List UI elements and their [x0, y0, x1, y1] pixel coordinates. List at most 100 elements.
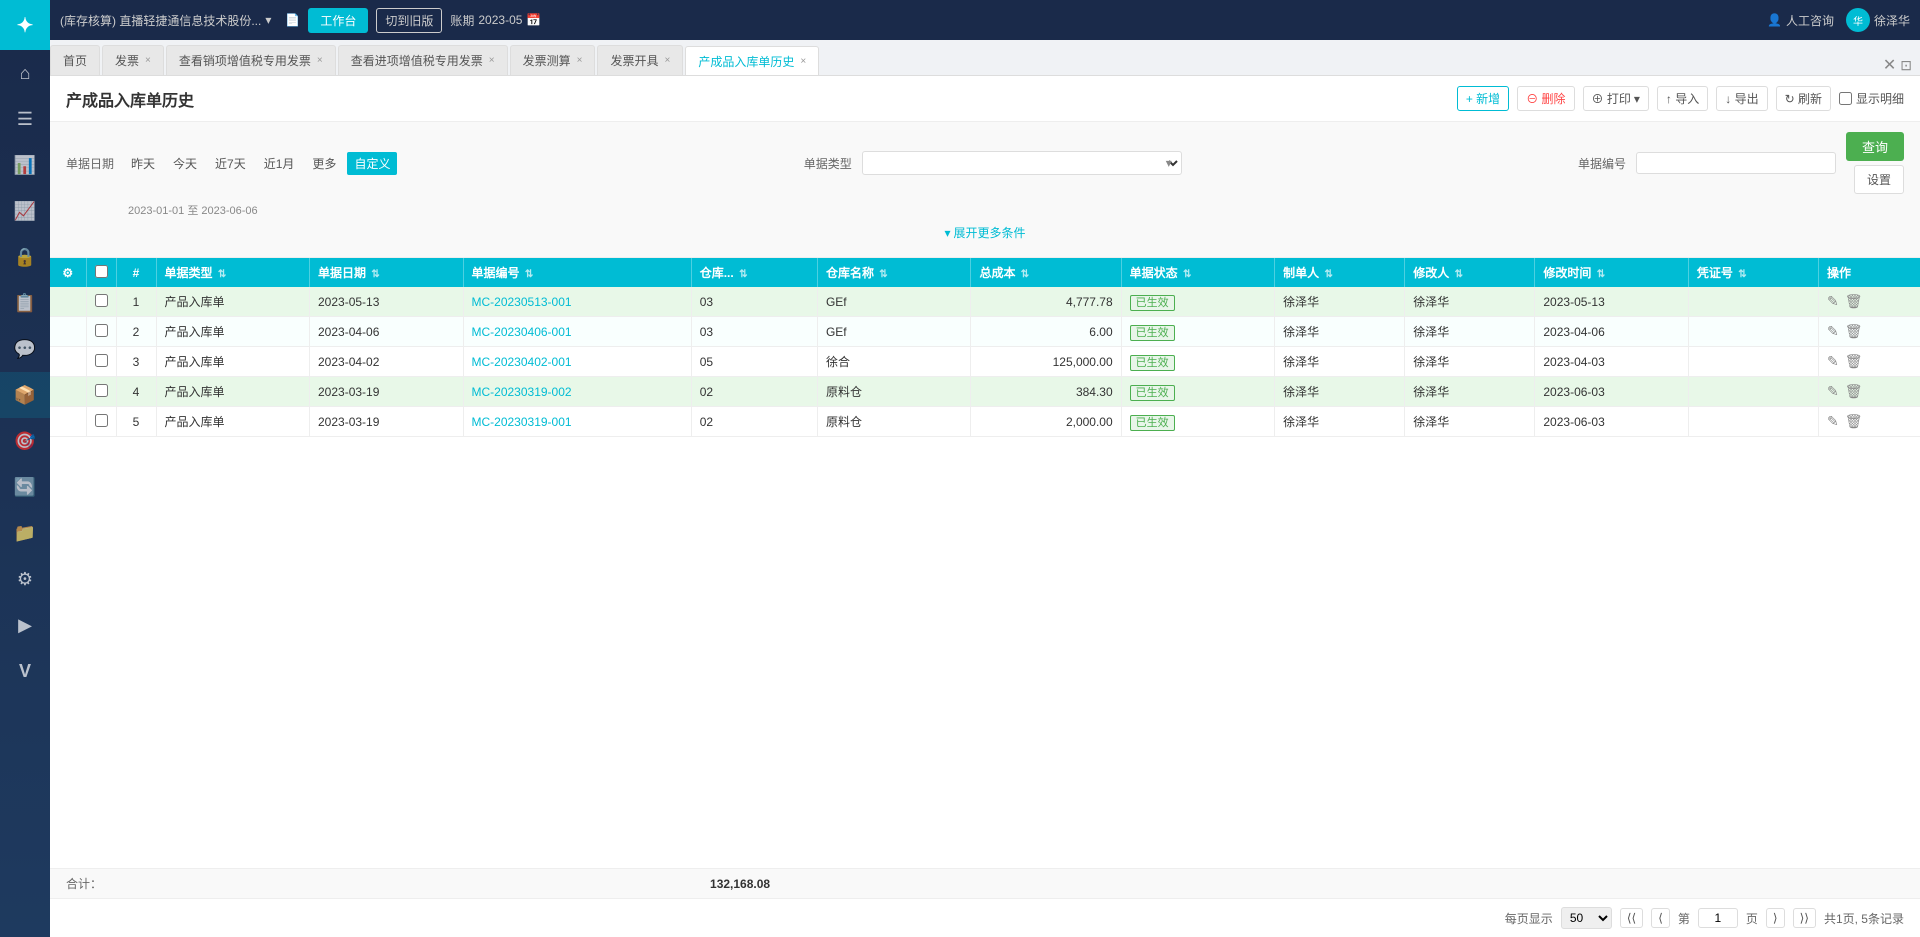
row-delete-icon-4[interactable]: 🗑 [1845, 413, 1863, 430]
col-creator[interactable]: 制单人 ⇅ [1275, 258, 1405, 287]
row-edit-icon-4[interactable]: ✎ [1827, 413, 1839, 430]
col-modify-time[interactable]: 修改时间 ⇅ [1535, 258, 1689, 287]
sidebar-item-target[interactable]: 🎯 [0, 418, 50, 464]
sidebar-item-folder[interactable]: 📁 [0, 510, 50, 556]
row-voucher-no-link-1[interactable]: MC-20230406-001 [472, 325, 572, 339]
sidebar-item-v[interactable]: V [0, 648, 50, 694]
row-voucher-no-link-3[interactable]: MC-20230319-002 [472, 385, 572, 399]
sidebar-item-chart[interactable]: 📊 [0, 142, 50, 188]
tab-product-history[interactable]: 产成品入库单历史 × [685, 46, 819, 76]
row-edit-icon-3[interactable]: ✎ [1827, 383, 1839, 400]
voucher-no-input[interactable] [1636, 152, 1836, 174]
row-voucher-no-4[interactable]: MC-20230319-001 [463, 407, 691, 437]
row-checkbox-0[interactable] [86, 287, 116, 317]
tab-product-history-close[interactable]: × [800, 56, 806, 67]
col-total-cost[interactable]: 总成本 ⇅ [971, 258, 1121, 287]
col-status[interactable]: 单据状态 ⇅ [1121, 258, 1275, 287]
row-select-1[interactable] [95, 324, 108, 337]
sidebar-item-config[interactable]: ⚙ [0, 556, 50, 602]
sidebar-item-list[interactable]: 📋 [0, 280, 50, 326]
date-btn-custom[interactable]: 自定义 [347, 152, 397, 175]
export-button[interactable]: ↓ 导出 [1716, 86, 1767, 111]
row-voucher-no-3[interactable]: MC-20230319-002 [463, 377, 691, 407]
sidebar-item-play[interactable]: ▶ [0, 602, 50, 648]
row-edit-icon-1[interactable]: ✎ [1827, 323, 1839, 340]
tab-invoice-close[interactable]: × [145, 55, 151, 66]
sidebar-item-sync[interactable]: 🔄 [0, 464, 50, 510]
row-select-4[interactable] [95, 414, 108, 427]
col-voucher-ref[interactable]: 凭证号 ⇅ [1688, 258, 1818, 287]
workbench-button[interactable]: 工作台 [308, 8, 368, 33]
date-btn-7days[interactable]: 近7天 [208, 152, 253, 175]
row-delete-icon-0[interactable]: 🗑 [1845, 293, 1863, 310]
prev-page-button[interactable]: ⟨ [1651, 908, 1670, 928]
date-btn-today[interactable]: 今天 [166, 152, 204, 175]
display-detail-checkbox[interactable] [1839, 92, 1852, 105]
col-voucher-type[interactable]: 单据类型 ⇅ [156, 258, 310, 287]
tab-invoice-calc-close[interactable]: × [577, 55, 583, 66]
display-detail-label[interactable]: 显示明细 [1839, 90, 1904, 107]
tab-invoice-open-close[interactable]: × [664, 55, 670, 66]
table-container[interactable]: ⚙ # 单据类型 ⇅ 单据日期 ⇅ [50, 258, 1920, 868]
row-delete-icon-3[interactable]: 🗑 [1845, 383, 1863, 400]
tab-purchase-vat-close[interactable]: × [489, 55, 495, 66]
sidebar-item-warehouse[interactable]: 📦 [0, 372, 50, 418]
select-all-checkbox[interactable] [95, 265, 108, 278]
row-select-0[interactable] [95, 294, 108, 307]
delete-button[interactable]: ⊖ 删除 [1517, 86, 1574, 111]
date-btn-more[interactable]: 更多 [305, 152, 343, 175]
sidebar-item-menu[interactable]: ☰ [0, 96, 50, 142]
page-number-input[interactable] [1698, 908, 1738, 928]
col-checkbox-header[interactable] [86, 258, 116, 287]
user-menu[interactable]: 华 徐泽华 [1846, 8, 1910, 32]
row-checkbox-3[interactable] [86, 377, 116, 407]
row-voucher-no-2[interactable]: MC-20230402-001 [463, 347, 691, 377]
row-select-2[interactable] [95, 354, 108, 367]
row-delete-icon-2[interactable]: 🗑 [1845, 353, 1863, 370]
row-select-3[interactable] [95, 384, 108, 397]
company-selector[interactable]: (库存核算) 直播轻捷通信息技术股份... ▾ [60, 12, 275, 29]
service-link[interactable]: 👤 人工咨询 [1767, 12, 1834, 29]
col-warehouse-name[interactable]: 仓库名称 ⇅ [817, 258, 971, 287]
row-checkbox-4[interactable] [86, 407, 116, 437]
page-size-select[interactable]: 50 20 100 [1561, 907, 1612, 929]
row-delete-icon-1[interactable]: 🗑 [1845, 323, 1863, 340]
tab-invoice[interactable]: 发票 × [102, 45, 164, 75]
row-edit-icon-0[interactable]: ✎ [1827, 293, 1839, 310]
col-settings[interactable]: ⚙ [50, 258, 86, 287]
tab-sales-vat[interactable]: 查看销项增值税专用发票 × [166, 45, 336, 75]
sidebar-item-home[interactable]: ⌂ [0, 50, 50, 96]
new-button[interactable]: + 新增 [1457, 86, 1509, 111]
col-voucher-no[interactable]: 单据编号 ⇅ [463, 258, 691, 287]
col-date[interactable]: 单据日期 ⇅ [310, 258, 464, 287]
print-button[interactable]: ⊕ 打印 ▾ [1583, 86, 1649, 111]
app-logo[interactable]: ✦ [0, 0, 50, 50]
next-page-button[interactable]: ⟩ [1766, 908, 1785, 928]
setting-button[interactable]: 设置 [1854, 165, 1904, 194]
sidebar-item-message[interactable]: 💬 [0, 326, 50, 372]
sidebar-item-lock[interactable]: 🔒 [0, 234, 50, 280]
search-button[interactable]: 查询 [1846, 132, 1904, 161]
row-voucher-no-link-0[interactable]: MC-20230513-001 [472, 295, 572, 309]
expand-conditions-button[interactable]: ▾ 展开更多条件 [944, 224, 1025, 241]
row-checkbox-1[interactable] [86, 317, 116, 347]
import-button[interactable]: ↑ 导入 [1657, 86, 1708, 111]
sidebar-item-analytics[interactable]: 📈 [0, 188, 50, 234]
refresh-button[interactable]: ↻ 刷新 [1776, 86, 1831, 111]
tab-home[interactable]: 首页 [50, 45, 100, 75]
row-checkbox-2[interactable] [86, 347, 116, 377]
tab-invoice-open[interactable]: 发票开具 × [597, 45, 683, 75]
col-modifier[interactable]: 修改人 ⇅ [1405, 258, 1535, 287]
row-voucher-no-link-4[interactable]: MC-20230319-001 [472, 415, 572, 429]
tab-invoice-calc[interactable]: 发票测算 × [510, 45, 596, 75]
tab-purchase-vat[interactable]: 查看进项增值税专用发票 × [338, 45, 508, 75]
voucher-type-select[interactable] [862, 151, 1182, 175]
tab-close-all-icon[interactable]: ✕ [1883, 55, 1896, 75]
row-voucher-no-1[interactable]: MC-20230406-001 [463, 317, 691, 347]
row-voucher-no-link-2[interactable]: MC-20230402-001 [472, 355, 572, 369]
tab-sales-vat-close[interactable]: × [317, 55, 323, 66]
tab-maximize-icon[interactable]: ⊡ [1900, 57, 1912, 74]
first-page-button[interactable]: ⟨⟨ [1620, 908, 1643, 928]
old-version-button[interactable]: 切到旧版 [376, 8, 442, 33]
row-edit-icon-2[interactable]: ✎ [1827, 353, 1839, 370]
